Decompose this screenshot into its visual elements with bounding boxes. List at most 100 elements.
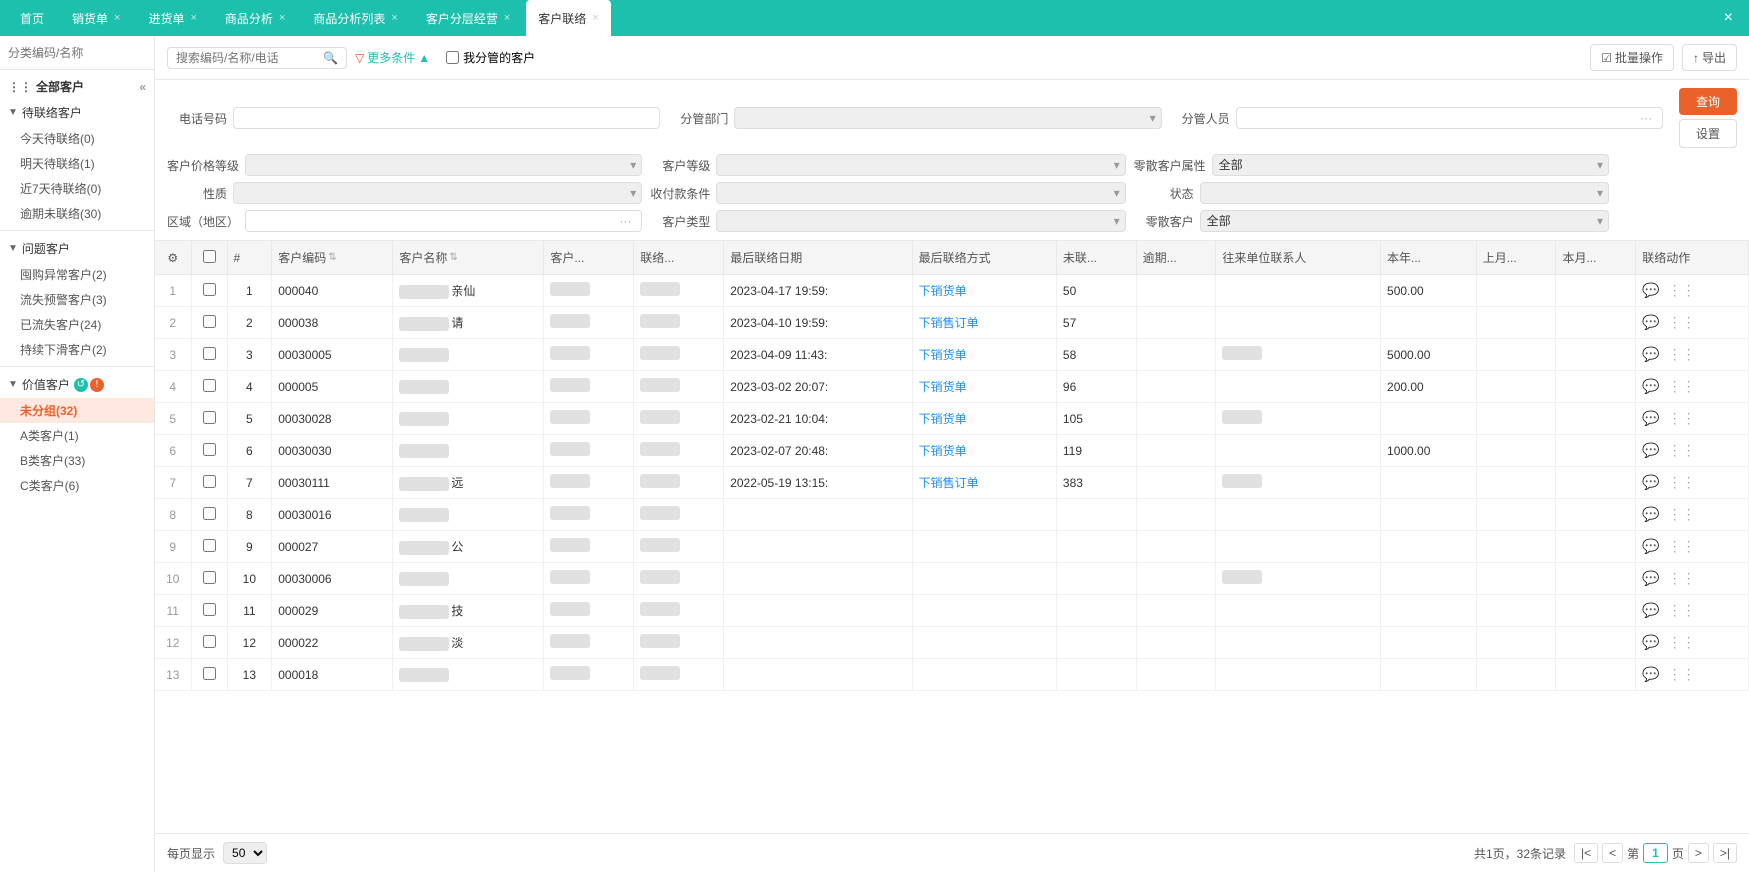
sidebar-item-churned[interactable]: 已流失客户(24) <box>0 312 154 337</box>
refresh-icon[interactable]: ↺ <box>74 378 88 392</box>
nav-tab-product-list[interactable]: 商品分析列表 × <box>301 0 409 36</box>
close-icon[interactable]: × <box>190 12 196 24</box>
status-select[interactable] <box>1200 182 1609 204</box>
close-all-button[interactable]: × <box>1716 9 1741 27</box>
grid-action-icon[interactable]: ⋮⋮ <box>1668 570 1696 587</box>
nav-tab-sales[interactable]: 销货单 × <box>60 0 132 36</box>
grid-action-icon[interactable]: ⋮⋮ <box>1668 602 1696 619</box>
last-contact-date-header[interactable]: 最后联络日期 <box>724 241 912 275</box>
grid-action-icon[interactable]: ⋮⋮ <box>1668 666 1696 683</box>
chat-icon[interactable]: 💬 <box>1642 666 1659 683</box>
export-button[interactable]: ↑ 导出 <box>1682 44 1737 71</box>
customer-type-select[interactable] <box>716 210 1125 232</box>
chat-icon[interactable]: 💬 <box>1642 410 1659 427</box>
gear-column-header[interactable]: ⚙ <box>155 241 191 275</box>
nav-tab-purchase[interactable]: 进货单 × <box>136 0 208 36</box>
sidebar-item-today[interactable]: 今天待联络(0) <box>0 126 154 151</box>
nav-tab-customer-contact[interactable]: 客户联络 × <box>526 0 610 36</box>
sort-icon[interactable]: ⇅ <box>328 252 336 263</box>
my-customers-check[interactable] <box>446 51 459 64</box>
chat-icon[interactable]: 💬 <box>1642 602 1659 619</box>
last-contact-method-link[interactable]: 下销售订单 <box>919 476 979 490</box>
sidebar-item-churn-warning[interactable]: 流失预警客户(3) <box>0 287 154 312</box>
row-checkbox[interactable] <box>203 347 216 360</box>
grid-action-icon[interactable]: ⋮⋮ <box>1668 282 1696 299</box>
ellipsis-button[interactable]: ··· <box>615 214 635 228</box>
chat-icon[interactable]: 💬 <box>1642 634 1659 651</box>
reset-button[interactable]: 设置 <box>1679 119 1737 148</box>
ellipsis-button[interactable]: ··· <box>1636 111 1656 125</box>
row-checkbox[interactable] <box>203 475 216 488</box>
sidebar-item-class-a[interactable]: A类客户(1) <box>0 423 154 448</box>
row-checkbox-cell[interactable] <box>191 339 227 371</box>
row-checkbox[interactable] <box>203 635 216 648</box>
sidebar-item-ungrouped[interactable]: 未分组(32) <box>0 398 154 423</box>
last-contact-method-link[interactable]: 下销货单 <box>919 412 967 426</box>
name-column-header[interactable]: 客户名称 ⇅ <box>393 241 544 275</box>
this-year-header[interactable]: 本年... <box>1381 241 1477 275</box>
row-checkbox-cell[interactable] <box>191 275 227 307</box>
chat-icon[interactable]: 💬 <box>1642 442 1659 459</box>
payment-select[interactable] <box>716 182 1125 204</box>
row-checkbox-cell[interactable] <box>191 499 227 531</box>
last-contact-method-link[interactable]: 下销货单 <box>919 380 967 394</box>
sidebar-item-7days[interactable]: 近7天待联络(0) <box>0 176 154 201</box>
row-checkbox-cell[interactable] <box>191 595 227 627</box>
row-checkbox[interactable] <box>203 571 216 584</box>
select-all-checkbox[interactable] <box>203 250 216 263</box>
row-checkbox[interactable] <box>203 283 216 296</box>
row-checkbox-cell[interactable] <box>191 307 227 339</box>
no-contact-header[interactable]: 未联... <box>1056 241 1136 275</box>
gear-icon[interactable]: ⚙ <box>167 251 178 265</box>
retail-customer-select[interactable]: 全部 <box>1200 210 1609 232</box>
nav-tab-home[interactable]: 首页 <box>8 0 56 36</box>
customer-level-select[interactable] <box>716 154 1125 176</box>
last-contact-method-header[interactable]: 最后联络方式 <box>912 241 1056 275</box>
grid-action-icon[interactable]: ⋮⋮ <box>1668 410 1696 427</box>
grid-action-icon[interactable]: ⋮⋮ <box>1668 506 1696 523</box>
my-customers-checkbox[interactable]: 我分管的客户 <box>446 49 535 66</box>
row-checkbox[interactable] <box>203 603 216 616</box>
search-input[interactable] <box>176 51 319 65</box>
next-page-button[interactable]: > <box>1688 843 1709 863</box>
sidebar-item-abnormal[interactable]: 囤购异常客户(2) <box>0 262 154 287</box>
sidebar-item-declining[interactable]: 持续下滑客户(2) <box>0 337 154 362</box>
grid-action-icon[interactable]: ⋮⋮ <box>1668 474 1696 491</box>
chat-icon[interactable]: 💬 <box>1642 538 1659 555</box>
last-contact-method-link[interactable]: 下销货单 <box>919 348 967 362</box>
first-page-button[interactable]: |< <box>1574 843 1598 863</box>
row-checkbox-cell[interactable] <box>191 659 227 691</box>
query-button[interactable]: 查询 <box>1679 88 1737 115</box>
row-checkbox-cell[interactable] <box>191 435 227 467</box>
sidebar-section-problem[interactable]: ▼ 问题客户 <box>0 235 154 262</box>
sidebar-section-value[interactable]: ▼ 价值客户 ↺ ! <box>0 371 154 398</box>
sidebar-item-class-b[interactable]: B类客户(33) <box>0 448 154 473</box>
retail-attr-select[interactable]: 全部 <box>1212 154 1609 176</box>
chat-icon[interactable]: 💬 <box>1642 346 1659 363</box>
close-icon[interactable]: × <box>504 12 510 24</box>
row-checkbox[interactable] <box>203 411 216 424</box>
overdue-header[interactable]: 逾期... <box>1136 241 1216 275</box>
code-column-header[interactable]: 客户编码 ⇅ <box>272 241 393 275</box>
grid-action-icon[interactable]: ⋮⋮ <box>1668 378 1696 395</box>
last-month-header[interactable]: 上月... <box>1476 241 1556 275</box>
row-checkbox-cell[interactable] <box>191 403 227 435</box>
more-conditions-button[interactable]: ▽ 更多条件 ▲ <box>355 49 430 66</box>
nav-tab-customer-tier[interactable]: 客户分层经营 × <box>414 0 522 36</box>
all-customers-header[interactable]: ⋮⋮ 全部客户 « <box>0 70 154 99</box>
type-column-header[interactable]: 客户... <box>544 241 634 275</box>
chat-icon[interactable]: 💬 <box>1642 474 1659 491</box>
close-icon[interactable]: × <box>114 12 120 24</box>
sidebar-section-pending[interactable]: ▼ 待联络客户 <box>0 99 154 126</box>
sort-icon[interactable]: ⇅ <box>449 252 457 263</box>
price-level-select[interactable] <box>245 154 642 176</box>
checkbox-column-header[interactable] <box>191 241 227 275</box>
row-checkbox[interactable] <box>203 443 216 456</box>
row-checkbox-cell[interactable] <box>191 371 227 403</box>
last-page-button[interactable]: >| <box>1713 843 1737 863</box>
row-checkbox-cell[interactable] <box>191 531 227 563</box>
chat-icon[interactable]: 💬 <box>1642 570 1659 587</box>
contact-column-header[interactable]: 联络... <box>634 241 724 275</box>
row-checkbox-cell[interactable] <box>191 563 227 595</box>
sidebar-item-class-c[interactable]: C类客户(6) <box>0 473 154 498</box>
